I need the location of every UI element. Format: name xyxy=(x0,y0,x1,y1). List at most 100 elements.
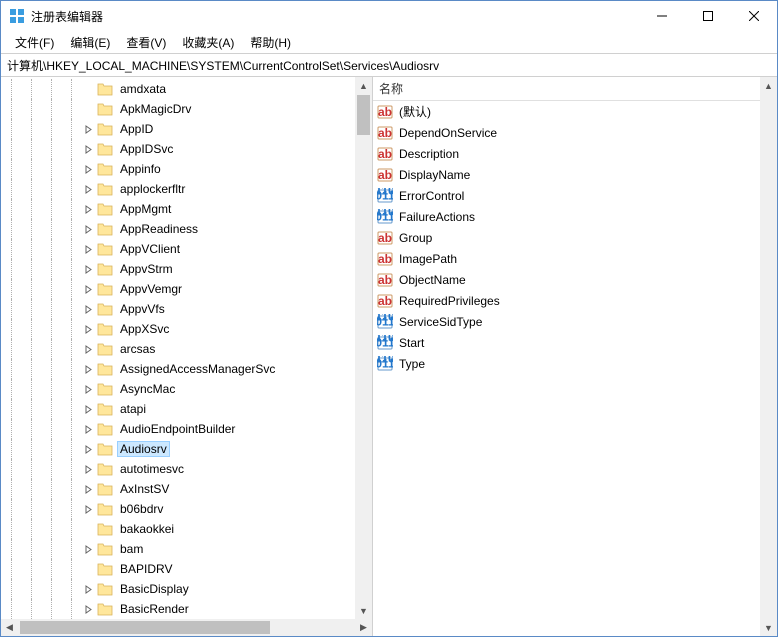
expand-arrow-icon[interactable] xyxy=(81,122,95,136)
expand-arrow-icon[interactable] xyxy=(81,502,95,516)
menu-edit[interactable]: 编辑(E) xyxy=(62,32,118,53)
value-row[interactable]: abDependOnService xyxy=(373,122,760,143)
tree-item[interactable]: AppVClient xyxy=(1,239,355,259)
expand-arrow-icon[interactable] xyxy=(81,162,95,176)
tree-item[interactable]: AppvVemgr xyxy=(1,279,355,299)
expand-arrow-icon[interactable] xyxy=(81,422,95,436)
address-bar[interactable]: 计算机\HKEY_LOCAL_MACHINE\SYSTEM\CurrentCon… xyxy=(1,53,777,77)
expand-arrow-icon[interactable] xyxy=(81,302,95,316)
value-row[interactable]: abObjectName xyxy=(373,269,760,290)
value-row[interactable]: abDisplayName xyxy=(373,164,760,185)
tree-item[interactable]: Audiosrv xyxy=(1,439,355,459)
tree-item[interactable]: bakaokkei xyxy=(1,519,355,539)
value-row[interactable]: 011110Type xyxy=(373,353,760,374)
tree-horizontal-scrollbar[interactable]: ◀ ▶ xyxy=(1,619,372,636)
expand-arrow-icon[interactable] xyxy=(81,462,95,476)
scroll-up-arrow-icon[interactable]: ▲ xyxy=(760,77,777,94)
menu-help[interactable]: 帮助(H) xyxy=(242,32,299,53)
tree-item[interactable]: AssignedAccessManagerSvc xyxy=(1,359,355,379)
expand-arrow-icon[interactable] xyxy=(81,142,95,156)
tree-item[interactable]: autotimesvc xyxy=(1,459,355,479)
expand-arrow-icon[interactable] xyxy=(81,242,95,256)
tree-item[interactable]: BasicDisplay xyxy=(1,579,355,599)
expand-arrow-icon[interactable] xyxy=(81,542,95,556)
svg-text:011110: 011110 xyxy=(377,314,393,329)
expand-arrow-icon[interactable] xyxy=(81,522,95,536)
tree-item[interactable]: AppID xyxy=(1,119,355,139)
tree-item[interactable]: AsyncMac xyxy=(1,379,355,399)
expand-arrow-icon[interactable] xyxy=(81,362,95,376)
list-vertical-scrollbar[interactable]: ▲ ▼ xyxy=(760,77,777,636)
tree-item[interactable]: applockerfltr xyxy=(1,179,355,199)
value-row[interactable]: abImagePath xyxy=(373,248,760,269)
value-row[interactable]: abDescription xyxy=(373,143,760,164)
scroll-left-arrow-icon[interactable]: ◀ xyxy=(1,619,18,636)
menu-file[interactable]: 文件(F) xyxy=(7,32,62,53)
tree-item[interactable]: ApkMagicDrv xyxy=(1,99,355,119)
value-row[interactable]: 011110FailureActions xyxy=(373,206,760,227)
tree-item-label: atapi xyxy=(117,401,149,417)
value-name: DisplayName xyxy=(399,168,470,182)
tree-item[interactable]: Appinfo xyxy=(1,159,355,179)
expand-arrow-icon[interactable] xyxy=(81,262,95,276)
content-area: amdxataApkMagicDrvAppIDAppIDSvcAppinfo ap… xyxy=(1,77,777,636)
value-row[interactable]: ab(默认) xyxy=(373,101,760,122)
value-row[interactable]: abGroup xyxy=(373,227,760,248)
tree-item[interactable]: BasicRender xyxy=(1,599,355,619)
value-row[interactable]: 011110ServiceSidType xyxy=(373,311,760,332)
expand-arrow-icon[interactable] xyxy=(81,182,95,196)
expand-arrow-icon[interactable] xyxy=(81,102,95,116)
tree-item[interactable]: AppvStrm xyxy=(1,259,355,279)
value-row[interactable]: abRequiredPrivileges xyxy=(373,290,760,311)
expand-arrow-icon[interactable] xyxy=(81,582,95,596)
expand-arrow-icon[interactable] xyxy=(81,342,95,356)
column-header-name[interactable]: 名称 xyxy=(373,77,760,101)
expand-arrow-icon[interactable] xyxy=(81,482,95,496)
scroll-down-arrow-icon[interactable]: ▼ xyxy=(760,619,777,636)
expand-arrow-icon[interactable] xyxy=(81,382,95,396)
expand-arrow-icon[interactable] xyxy=(81,442,95,456)
tree-item-label: AppvVfs xyxy=(117,301,168,317)
tree-vertical-scrollbar[interactable]: ▲ ▼ xyxy=(355,77,372,619)
tree-item[interactable]: AudioEndpointBuilder xyxy=(1,419,355,439)
tree-item[interactable]: AppReadiness xyxy=(1,219,355,239)
tree-item[interactable]: AppIDSvc xyxy=(1,139,355,159)
tree-item-label: applockerfltr xyxy=(117,181,188,197)
expand-arrow-icon[interactable] xyxy=(81,222,95,236)
tree-item[interactable]: arcsas xyxy=(1,339,355,359)
value-row[interactable]: 011110Start xyxy=(373,332,760,353)
tree-view[interactable]: amdxataApkMagicDrvAppIDAppIDSvcAppinfo ap… xyxy=(1,77,355,619)
menu-view[interactable]: 查看(V) xyxy=(118,32,174,53)
svg-text:ab: ab xyxy=(378,252,392,266)
menu-favorites[interactable]: 收藏夹(A) xyxy=(174,32,242,53)
tree-item[interactable]: atapi xyxy=(1,399,355,419)
expand-arrow-icon[interactable] xyxy=(81,402,95,416)
expand-arrow-icon[interactable] xyxy=(81,82,95,96)
scroll-thumb[interactable] xyxy=(357,95,370,135)
expand-arrow-icon[interactable] xyxy=(81,282,95,296)
tree-item[interactable]: amdxata xyxy=(1,79,355,99)
scroll-down-arrow-icon[interactable]: ▼ xyxy=(355,602,372,619)
window-title: 注册表编辑器 xyxy=(31,8,639,25)
tree-item[interactable]: bam xyxy=(1,539,355,559)
folder-icon xyxy=(97,302,113,316)
tree-item[interactable]: AxInstSV xyxy=(1,479,355,499)
tree-item[interactable]: AppXSvc xyxy=(1,319,355,339)
scroll-right-arrow-icon[interactable]: ▶ xyxy=(355,619,372,636)
tree-item[interactable]: AppMgmt xyxy=(1,199,355,219)
expand-arrow-icon[interactable] xyxy=(81,602,95,616)
binary-value-icon: 011110 xyxy=(377,188,393,204)
scroll-up-arrow-icon[interactable]: ▲ xyxy=(355,77,372,94)
expand-arrow-icon[interactable] xyxy=(81,562,95,576)
maximize-button[interactable] xyxy=(685,1,731,31)
list-view[interactable]: 名称 ab(默认)abDependOnServiceabDescriptiona… xyxy=(373,77,760,636)
minimize-button[interactable] xyxy=(639,1,685,31)
scroll-thumb[interactable] xyxy=(20,621,270,634)
tree-item[interactable]: b06bdrv xyxy=(1,499,355,519)
expand-arrow-icon[interactable] xyxy=(81,202,95,216)
tree-item[interactable]: BAPIDRV xyxy=(1,559,355,579)
expand-arrow-icon[interactable] xyxy=(81,322,95,336)
tree-item[interactable]: AppvVfs xyxy=(1,299,355,319)
close-button[interactable] xyxy=(731,1,777,31)
value-row[interactable]: 011110ErrorControl xyxy=(373,185,760,206)
